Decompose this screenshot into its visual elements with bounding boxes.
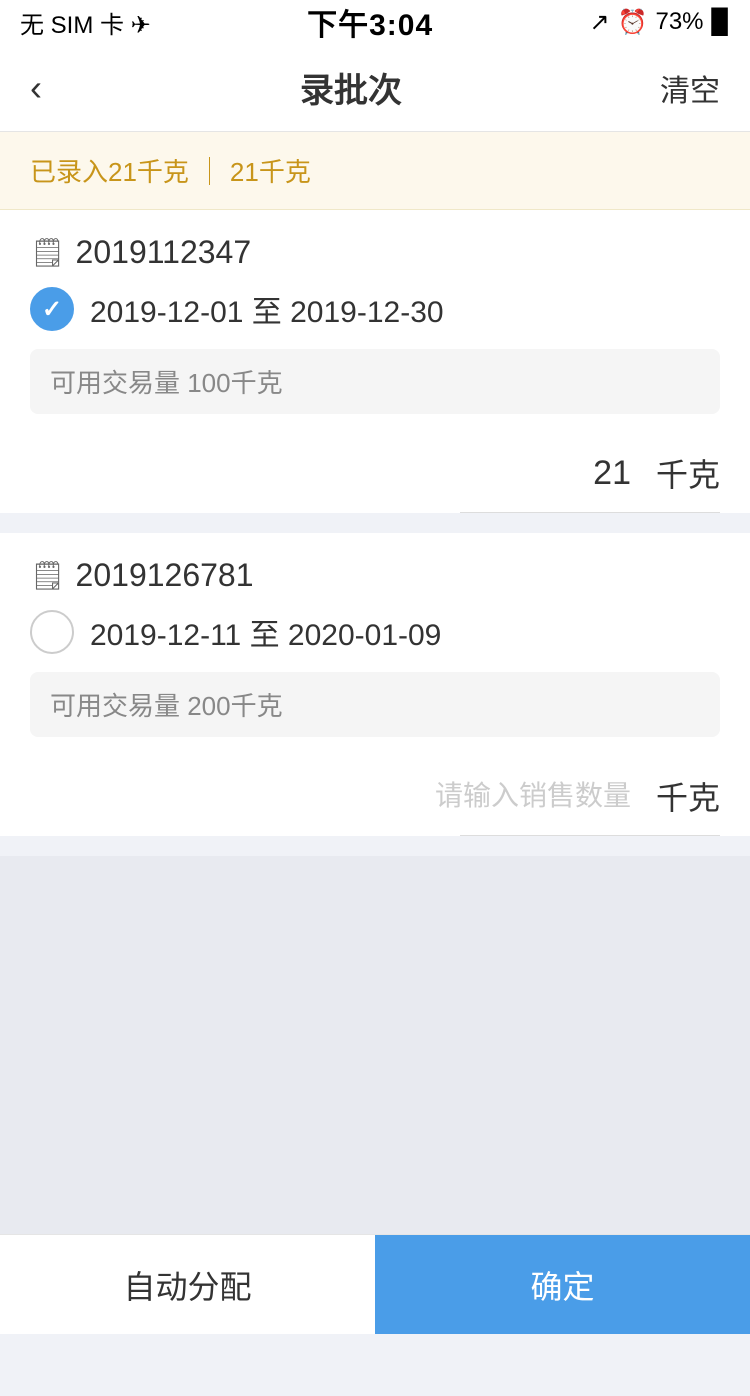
status-time: 下午3:04 — [307, 0, 433, 44]
bottom-bar: 自动分配 确定 — [0, 1234, 750, 1334]
batch-header-2: 🗒 2019126781 — [0, 533, 750, 604]
info-bar: 已录入21千克 21千克 — [0, 132, 750, 210]
quantity-input-2[interactable] — [386, 780, 646, 812]
battery-icon: ▉ — [712, 8, 730, 37]
quantity-row-2: 千克 — [0, 757, 750, 835]
quantity-input-1[interactable] — [446, 454, 646, 493]
location-icon: ↗ — [589, 8, 609, 37]
radio-1[interactable] — [30, 287, 74, 331]
quantity-row-1: 千克 — [0, 434, 750, 512]
status-bar: 无 SIM 卡 ✈ 下午3:04 ↗ ⏰ 73% ▉ — [0, 0, 750, 44]
unit-1: 千克 — [656, 450, 720, 496]
input-underline-1 — [460, 512, 720, 513]
battery-text: 73% — [655, 8, 703, 36]
status-right: ↗ ⏰ 73% ▉ — [589, 8, 730, 37]
batch-card-2: 🗒 2019126781 2019-12-11 至 2020-01-09 可用交… — [0, 533, 750, 836]
batch-available-2: 可用交易量 200千克 — [50, 691, 283, 721]
recorded-value: 21千克 — [230, 152, 311, 189]
empty-area — [0, 856, 750, 1296]
nav-bar: ‹ 录批次 清空 — [0, 44, 750, 132]
clear-button[interactable]: 清空 — [660, 66, 720, 110]
batch-quantity-row-2: 可用交易量 200千克 — [30, 672, 720, 737]
radio-2[interactable] — [30, 610, 74, 654]
info-divider — [209, 157, 210, 185]
batch-icon-2: 🗒 — [30, 559, 66, 592]
status-left: 无 SIM 卡 ✈ — [20, 5, 151, 40]
batch-date-row-2[interactable]: 2019-12-11 至 2020-01-09 — [0, 604, 750, 664]
batch-quantity-row-1: 可用交易量 100千克 — [30, 349, 720, 414]
confirm-button[interactable]: 确定 — [375, 1235, 750, 1334]
unit-2: 千克 — [656, 773, 720, 819]
batch-date-1: 2019-12-01 至 2019-12-30 — [90, 287, 444, 331]
batch-date-row-1[interactable]: 2019-12-01 至 2019-12-30 — [0, 281, 750, 341]
page-title: 录批次 — [300, 63, 402, 112]
batch-icon-1: 🗒 — [30, 236, 66, 269]
batch-card-1: 🗒 2019112347 2019-12-01 至 2019-12-30 可用交… — [0, 210, 750, 513]
batch-id-2: 2019126781 — [76, 557, 254, 594]
recorded-label: 已录入21千克 — [30, 152, 189, 189]
auto-distribute-button[interactable]: 自动分配 — [0, 1235, 375, 1334]
batch-id-1: 2019112347 — [76, 234, 252, 271]
batch-available-1: 可用交易量 100千克 — [50, 368, 283, 398]
input-underline-2 — [460, 835, 720, 836]
batch-date-2: 2019-12-11 至 2020-01-09 — [90, 610, 441, 654]
alarm-icon: ⏰ — [618, 8, 648, 37]
batch-header-1: 🗒 2019112347 — [0, 210, 750, 281]
back-button[interactable]: ‹ — [30, 67, 42, 109]
sim-text: 无 SIM 卡 ✈ — [20, 5, 151, 40]
